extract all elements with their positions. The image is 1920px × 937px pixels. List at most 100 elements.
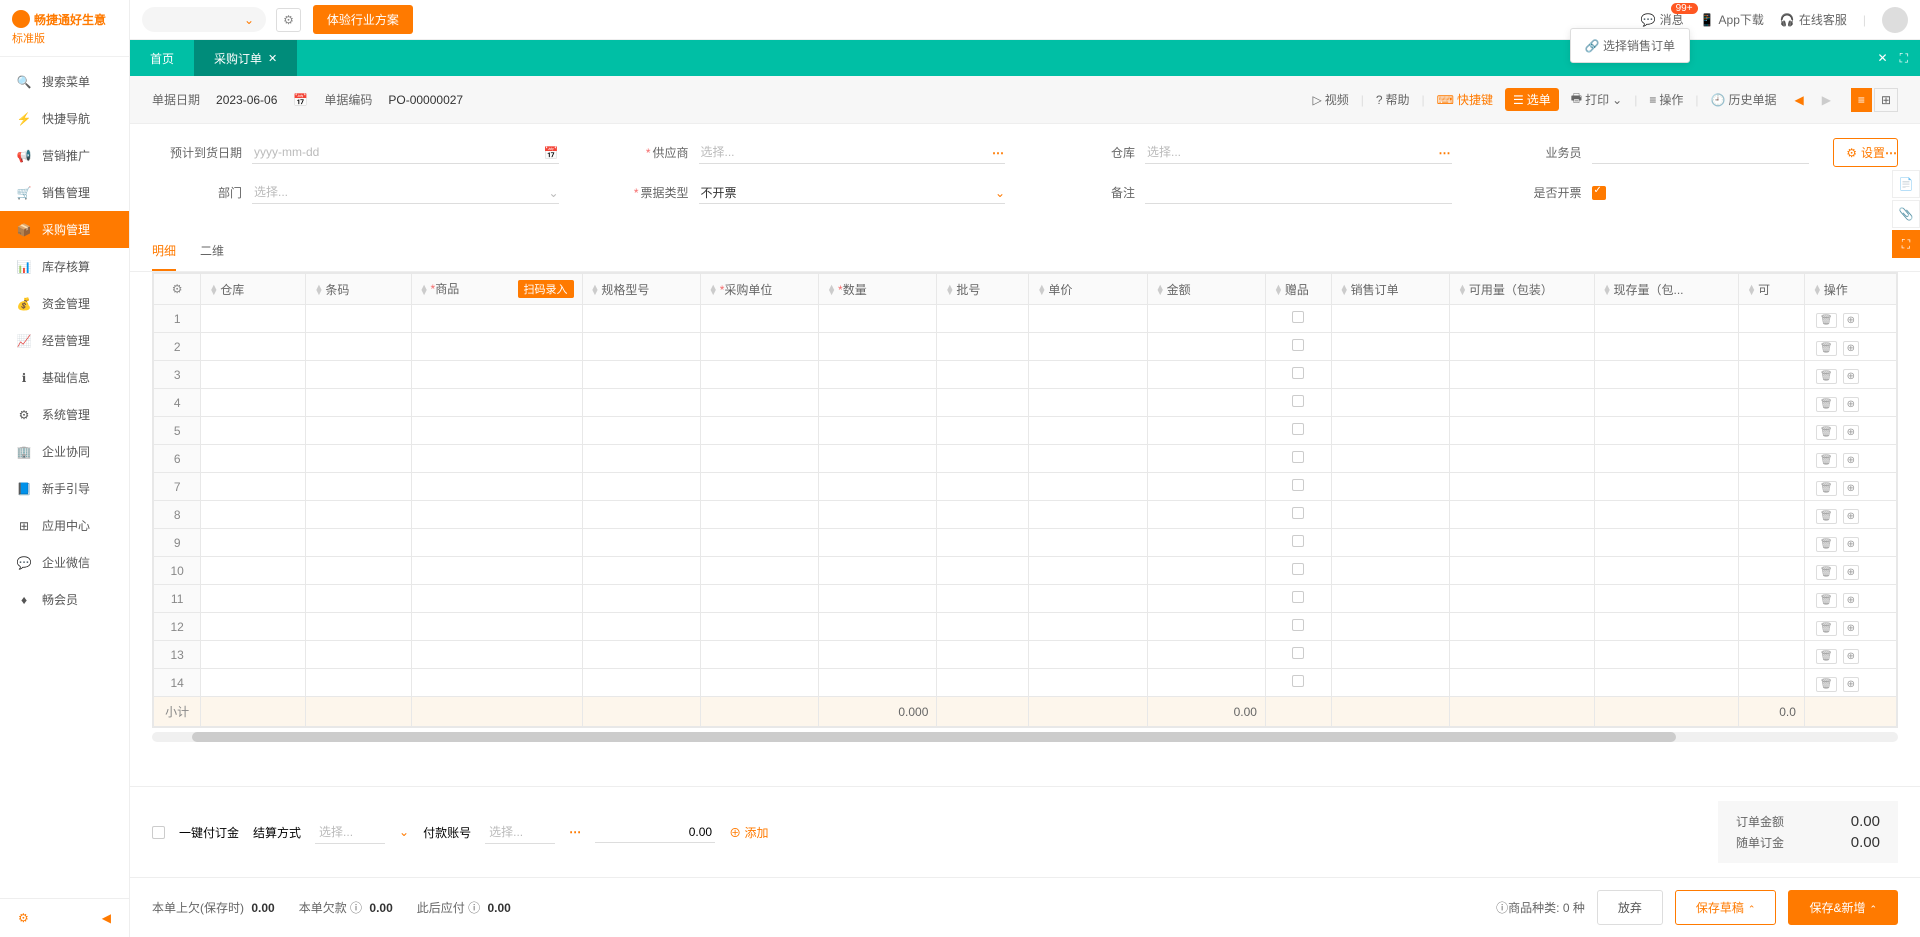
warehouse-input[interactable] xyxy=(1145,141,1452,164)
sidebar-item-9[interactable]: ⚙系统管理 xyxy=(0,396,129,433)
delete-icon[interactable]: 🗑 xyxy=(1816,677,1837,692)
copy-icon[interactable]: ⊕ xyxy=(1843,621,1859,636)
gift-checkbox[interactable] xyxy=(1292,339,1304,351)
select-order-dropdown[interactable]: 🔗 选择销售订单 xyxy=(1570,28,1690,63)
delete-icon[interactable]: 🗑 xyxy=(1816,509,1837,524)
sidebar-item-0[interactable]: 🔍搜索菜单 xyxy=(0,63,129,100)
subtab-detail[interactable]: 明细 xyxy=(152,232,176,271)
invoice-type-input[interactable] xyxy=(699,181,1006,204)
subtab-qr[interactable]: 二维 xyxy=(200,232,224,271)
table-row[interactable]: 8🗑⊕ xyxy=(154,501,1897,529)
copy-icon[interactable]: ⊕ xyxy=(1843,565,1859,580)
history-link[interactable]: 🕘 历史单据 xyxy=(1704,88,1782,111)
operate-link[interactable]: ≡ 操作 xyxy=(1643,88,1689,111)
th-col-9[interactable]: ▲▼赠品 xyxy=(1265,274,1331,305)
table-row[interactable]: 5🗑⊕ xyxy=(154,417,1897,445)
th-col-14[interactable]: ▲▼操作 xyxy=(1804,274,1896,305)
gift-checkbox[interactable] xyxy=(1292,367,1304,379)
more-icon[interactable]: ⋯ xyxy=(569,825,581,839)
gift-checkbox[interactable] xyxy=(1292,591,1304,603)
copy-icon[interactable]: ⊕ xyxy=(1843,677,1859,692)
th-col-11[interactable]: ▲▼可用量（包装） xyxy=(1450,274,1595,305)
gift-checkbox[interactable] xyxy=(1292,479,1304,491)
delete-icon[interactable]: 🗑 xyxy=(1816,481,1837,496)
save-draft-button[interactable]: 保存草稿⌃ xyxy=(1675,890,1777,925)
table-row[interactable]: 1🗑⊕ xyxy=(154,305,1897,333)
method-select[interactable]: 选择... xyxy=(315,820,385,844)
sidebar-item-2[interactable]: 📢营销推广 xyxy=(0,137,129,174)
next-doc-icon[interactable]: ▶ xyxy=(1816,90,1837,110)
supplier-input[interactable] xyxy=(699,141,1006,164)
delete-icon[interactable]: 🗑 xyxy=(1816,369,1837,384)
sidebar-item-12[interactable]: ⊞应用中心 xyxy=(0,507,129,544)
copy-icon[interactable]: ⊕ xyxy=(1843,397,1859,412)
sidebar-item-1[interactable]: ⚡快捷导航 xyxy=(0,100,129,137)
company-selector[interactable]: ⌄ xyxy=(142,7,266,32)
tab-home[interactable]: 首页 xyxy=(130,40,194,76)
gift-checkbox[interactable] xyxy=(1292,675,1304,687)
side-tool-note[interactable]: 📄 xyxy=(1892,170,1920,198)
gift-checkbox[interactable] xyxy=(1292,423,1304,435)
chevron-down-icon[interactable]: ⌄ xyxy=(995,186,1005,200)
online-service-link[interactable]: 🎧 在线客服 xyxy=(1780,11,1847,28)
invoice-checkbox[interactable] xyxy=(1592,186,1606,200)
th-col-8[interactable]: ▲▼金额 xyxy=(1147,274,1265,305)
th-col-12[interactable]: ▲▼现存量（包... xyxy=(1594,274,1739,305)
more-icon[interactable]: ⋯ xyxy=(1885,146,1898,160)
th-col-3[interactable]: ▲▼规格型号 xyxy=(582,274,700,305)
sidebar-item-14[interactable]: ♦畅会员 xyxy=(0,581,129,618)
th-col-1[interactable]: ▲▼条码 xyxy=(306,274,411,305)
card-view-icon[interactable]: ⊞ xyxy=(1874,88,1898,112)
account-select[interactable]: 选择... xyxy=(485,820,555,844)
side-tool-attach[interactable]: 📎 xyxy=(1892,200,1920,228)
copy-icon[interactable]: ⊕ xyxy=(1843,453,1859,468)
gift-checkbox[interactable] xyxy=(1292,311,1304,323)
table-row[interactable]: 6🗑⊕ xyxy=(154,445,1897,473)
th-col-6[interactable]: ▲▼批号 xyxy=(937,274,1029,305)
sidebar-item-6[interactable]: 💰资金管理 xyxy=(0,285,129,322)
more-icon[interactable]: ⋯ xyxy=(992,146,1005,160)
prev-doc-icon[interactable]: ◀ xyxy=(1788,90,1809,110)
table-row[interactable]: 2🗑⊕ xyxy=(154,333,1897,361)
close-icon[interactable]: ✕ xyxy=(268,52,277,65)
trial-button[interactable]: 体验行业方案 xyxy=(313,5,413,34)
copy-icon[interactable]: ⊕ xyxy=(1843,313,1859,328)
th-col-2[interactable]: ▲▼*商品扫码录入 xyxy=(411,274,582,305)
copy-icon[interactable]: ⊕ xyxy=(1843,593,1859,608)
chevron-down-icon[interactable]: ⌄ xyxy=(399,825,409,839)
th-col-0[interactable]: ▲▼仓库 xyxy=(201,274,306,305)
gift-checkbox[interactable] xyxy=(1292,619,1304,631)
copy-icon[interactable]: ⊕ xyxy=(1843,425,1859,440)
delete-icon[interactable]: 🗑 xyxy=(1816,537,1837,552)
table-row[interactable]: 7🗑⊕ xyxy=(154,473,1897,501)
sidebar-collapse-icon[interactable]: ◀ xyxy=(102,911,111,925)
sidebar-item-10[interactable]: 🏢企业协同 xyxy=(0,433,129,470)
calendar-icon[interactable]: 📅 xyxy=(544,146,559,160)
more-icon[interactable]: ⋯ xyxy=(1439,146,1452,160)
list-view-icon[interactable]: ≡ xyxy=(1851,88,1872,112)
delete-icon[interactable]: 🗑 xyxy=(1816,341,1837,356)
horizontal-scrollbar[interactable] xyxy=(152,732,1898,742)
fullscreen-icon[interactable]: ⛶ xyxy=(1896,47,1912,70)
avatar[interactable] xyxy=(1882,7,1908,33)
tab-purchase-order[interactable]: 采购订单 ✕ xyxy=(194,40,297,76)
gift-checkbox[interactable] xyxy=(1292,647,1304,659)
help-link[interactable]: ? 帮助 xyxy=(1370,88,1416,111)
sidebar-item-3[interactable]: 🛒销售管理 xyxy=(0,174,129,211)
gift-checkbox[interactable] xyxy=(1292,451,1304,463)
select-order-button[interactable]: ☰ 选单 xyxy=(1505,88,1559,111)
sidebar-item-8[interactable]: ℹ基础信息 xyxy=(0,359,129,396)
discard-button[interactable]: 放弃 xyxy=(1597,890,1663,925)
th-settings[interactable]: ⚙ xyxy=(154,274,201,305)
table-row[interactable]: 9🗑⊕ xyxy=(154,529,1897,557)
copy-icon[interactable]: ⊕ xyxy=(1843,649,1859,664)
save-new-button[interactable]: 保存&新增⌃ xyxy=(1788,890,1898,925)
add-payment-link[interactable]: ⊕ 添加 xyxy=(729,824,768,841)
table-row[interactable]: 10🗑⊕ xyxy=(154,557,1897,585)
delete-icon[interactable]: 🗑 xyxy=(1816,621,1837,636)
delete-icon[interactable]: 🗑 xyxy=(1816,313,1837,328)
delete-icon[interactable]: 🗑 xyxy=(1816,593,1837,608)
delete-icon[interactable]: 🗑 xyxy=(1816,649,1837,664)
biz-input[interactable] xyxy=(1592,141,1810,164)
shortcut-link[interactable]: ⌨ 快捷键 xyxy=(1431,88,1499,111)
